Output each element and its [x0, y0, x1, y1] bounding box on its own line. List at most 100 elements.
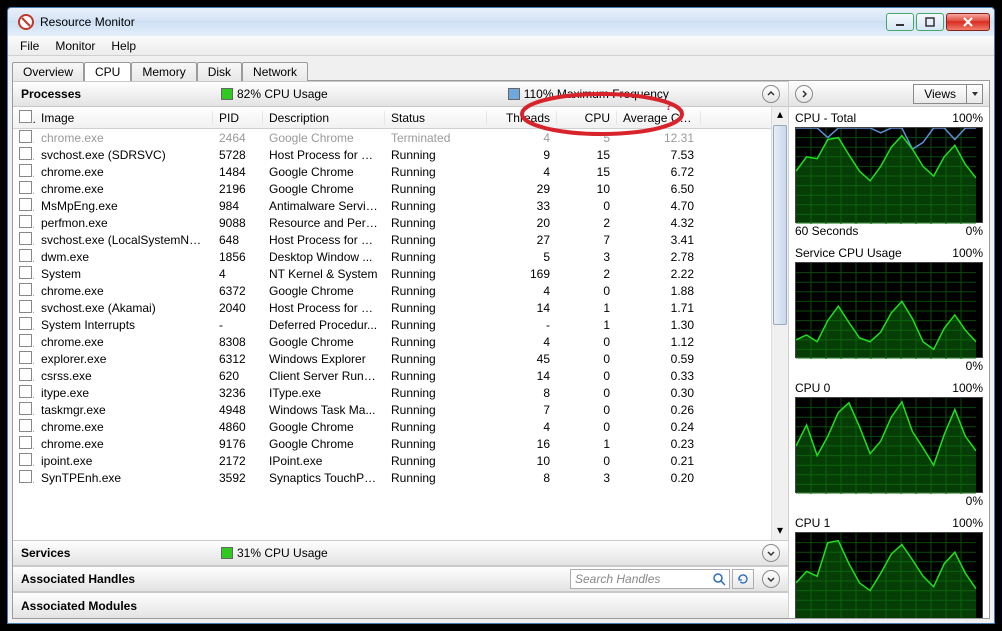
- chart-min: 0%: [966, 224, 983, 238]
- row-checkbox[interactable]: [19, 402, 32, 415]
- chart-min: 0%: [966, 494, 983, 508]
- resource-monitor-window: Resource Monitor File Monitor Help Overv…: [7, 7, 995, 624]
- table-row[interactable]: chrome.exe2196Google ChromeRunning29106.…: [13, 180, 771, 197]
- close-button[interactable]: [946, 13, 990, 31]
- search-icon: [712, 572, 726, 589]
- row-checkbox[interactable]: [19, 266, 32, 279]
- cpu-usage-chip: [221, 88, 233, 100]
- expand-handles-button[interactable]: [762, 570, 780, 588]
- services-title: Services: [21, 546, 221, 560]
- tab-row: Overview CPU Memory Disk Network: [8, 56, 994, 80]
- row-checkbox[interactable]: [19, 232, 32, 245]
- processes-title: Processes: [21, 87, 221, 101]
- row-checkbox[interactable]: [19, 436, 32, 449]
- table-row[interactable]: chrome.exe4860Google ChromeRunning400.24: [13, 418, 771, 435]
- minimize-button[interactable]: [886, 13, 914, 31]
- table-row[interactable]: ipoint.exe2172IPoint.exeRunning1000.21: [13, 452, 771, 469]
- table-row[interactable]: dwm.exe1856Desktop Window ...Running532.…: [13, 248, 771, 265]
- chart-title: CPU 0: [795, 381, 830, 395]
- row-checkbox[interactable]: [19, 351, 32, 364]
- table-row[interactable]: chrome.exe2464Google ChromeTerminated451…: [13, 129, 771, 146]
- col-description[interactable]: Description: [263, 111, 385, 125]
- table-row[interactable]: chrome.exe6372Google ChromeRunning401.88: [13, 282, 771, 299]
- row-checkbox[interactable]: [19, 147, 32, 160]
- table-row[interactable]: svchost.exe (SDRSVC)5728Host Process for…: [13, 146, 771, 163]
- table-row[interactable]: SynTPEnh.exe3592Synaptics TouchPa...Runn…: [13, 469, 771, 486]
- row-checkbox[interactable]: [19, 453, 32, 466]
- search-handles-input[interactable]: Search Handles: [570, 569, 730, 589]
- expand-services-button[interactable]: [762, 544, 780, 562]
- col-pid[interactable]: PID: [213, 111, 263, 125]
- views-dropdown-arrow[interactable]: [967, 84, 983, 104]
- table-row[interactable]: explorer.exe6312Windows ExplorerRunning4…: [13, 350, 771, 367]
- search-refresh-button[interactable]: [732, 569, 754, 589]
- search-placeholder: Search Handles: [575, 572, 660, 586]
- maximize-button[interactable]: [916, 13, 944, 31]
- table-row[interactable]: svchost.exe (Akamai)2040Host Process for…: [13, 299, 771, 316]
- row-checkbox[interactable]: [19, 249, 32, 262]
- table-row[interactable]: perfmon.exe9088Resource and Perf...Runni…: [13, 214, 771, 231]
- tab-disk[interactable]: Disk: [197, 62, 242, 81]
- menu-monitor[interactable]: Monitor: [47, 37, 103, 55]
- expand-charts-button[interactable]: [795, 85, 813, 103]
- row-checkbox[interactable]: [19, 283, 32, 296]
- row-checkbox[interactable]: [19, 317, 32, 330]
- table-row[interactable]: chrome.exe8308Google ChromeRunning401.12: [13, 333, 771, 350]
- tab-cpu[interactable]: CPU: [84, 62, 131, 81]
- tab-memory[interactable]: Memory: [131, 62, 196, 81]
- app-icon: [18, 14, 34, 30]
- services-header[interactable]: Services 31% CPU Usage: [13, 540, 788, 566]
- views-button[interactable]: Views: [913, 84, 967, 104]
- row-checkbox[interactable]: [19, 419, 32, 432]
- table-row[interactable]: MsMpEng.exe984Antimalware Servic...Runni…: [13, 197, 771, 214]
- processes-header[interactable]: Processes 82% CPU Usage 110% Maximum Fre…: [13, 81, 788, 107]
- row-checkbox[interactable]: [19, 368, 32, 381]
- row-checkbox[interactable]: [19, 164, 32, 177]
- table-row[interactable]: csrss.exe620Client Server Runti...Runnin…: [13, 367, 771, 384]
- row-checkbox[interactable]: [19, 130, 32, 143]
- handles-header[interactable]: Associated Handles Search Handles: [13, 566, 788, 592]
- handles-title: Associated Handles: [21, 572, 221, 586]
- row-checkbox[interactable]: [19, 198, 32, 211]
- window-title: Resource Monitor: [40, 15, 884, 29]
- col-status[interactable]: Status: [385, 111, 487, 125]
- col-threads[interactable]: Threads: [487, 111, 557, 125]
- col-avg-cpu[interactable]: Average CPU: [617, 111, 701, 125]
- modules-header[interactable]: Associated Modules: [13, 592, 788, 618]
- menu-help[interactable]: Help: [103, 37, 144, 55]
- chart-min: 0%: [966, 359, 983, 373]
- col-cpu[interactable]: CPU: [557, 111, 617, 125]
- chart-max: 100%: [952, 516, 983, 530]
- select-all-checkbox[interactable]: [19, 110, 32, 123]
- chart-max: 100%: [952, 381, 983, 395]
- row-checkbox[interactable]: [19, 300, 32, 313]
- titlebar[interactable]: Resource Monitor: [8, 8, 994, 36]
- table-row[interactable]: System4NT Kernel & SystemRunning16922.22: [13, 265, 771, 282]
- chart-cpu-1: CPU 1100%: [789, 512, 989, 618]
- services-cpu-stat: 31% CPU Usage: [237, 546, 328, 560]
- collapse-processes-button[interactable]: [762, 85, 780, 103]
- left-pane: Processes 82% CPU Usage 110% Maximum Fre…: [13, 81, 789, 618]
- tab-network[interactable]: Network: [242, 62, 308, 81]
- chart-x-start: 60 Seconds: [795, 224, 858, 238]
- chart-title: CPU - Total: [795, 111, 856, 125]
- chart-max: 100%: [952, 111, 983, 125]
- table-row[interactable]: System Interrupts-Deferred Procedur...Ru…: [13, 316, 771, 333]
- process-rows: chrome.exe2464Google ChromeTerminated451…: [13, 129, 771, 540]
- row-checkbox[interactable]: [19, 334, 32, 347]
- table-row[interactable]: svchost.exe (LocalSystemNet...648Host Pr…: [13, 231, 771, 248]
- tab-overview[interactable]: Overview: [12, 62, 84, 81]
- row-checkbox[interactable]: [19, 385, 32, 398]
- menubar: File Monitor Help: [8, 36, 994, 56]
- menu-file[interactable]: File: [12, 37, 47, 55]
- row-checkbox[interactable]: [19, 215, 32, 228]
- table-row[interactable]: chrome.exe9176Google ChromeRunning1610.2…: [13, 435, 771, 452]
- row-checkbox[interactable]: [19, 181, 32, 194]
- table-row[interactable]: itype.exe3236IType.exeRunning800.30: [13, 384, 771, 401]
- process-scrollbar[interactable]: ▴ ▾: [771, 107, 788, 540]
- col-image[interactable]: Image: [35, 111, 213, 125]
- table-row[interactable]: taskmgr.exe4948Windows Task Ma...Running…: [13, 401, 771, 418]
- chart-max: 100%: [952, 246, 983, 260]
- table-row[interactable]: chrome.exe1484Google ChromeRunning4156.7…: [13, 163, 771, 180]
- row-checkbox[interactable]: [19, 470, 32, 483]
